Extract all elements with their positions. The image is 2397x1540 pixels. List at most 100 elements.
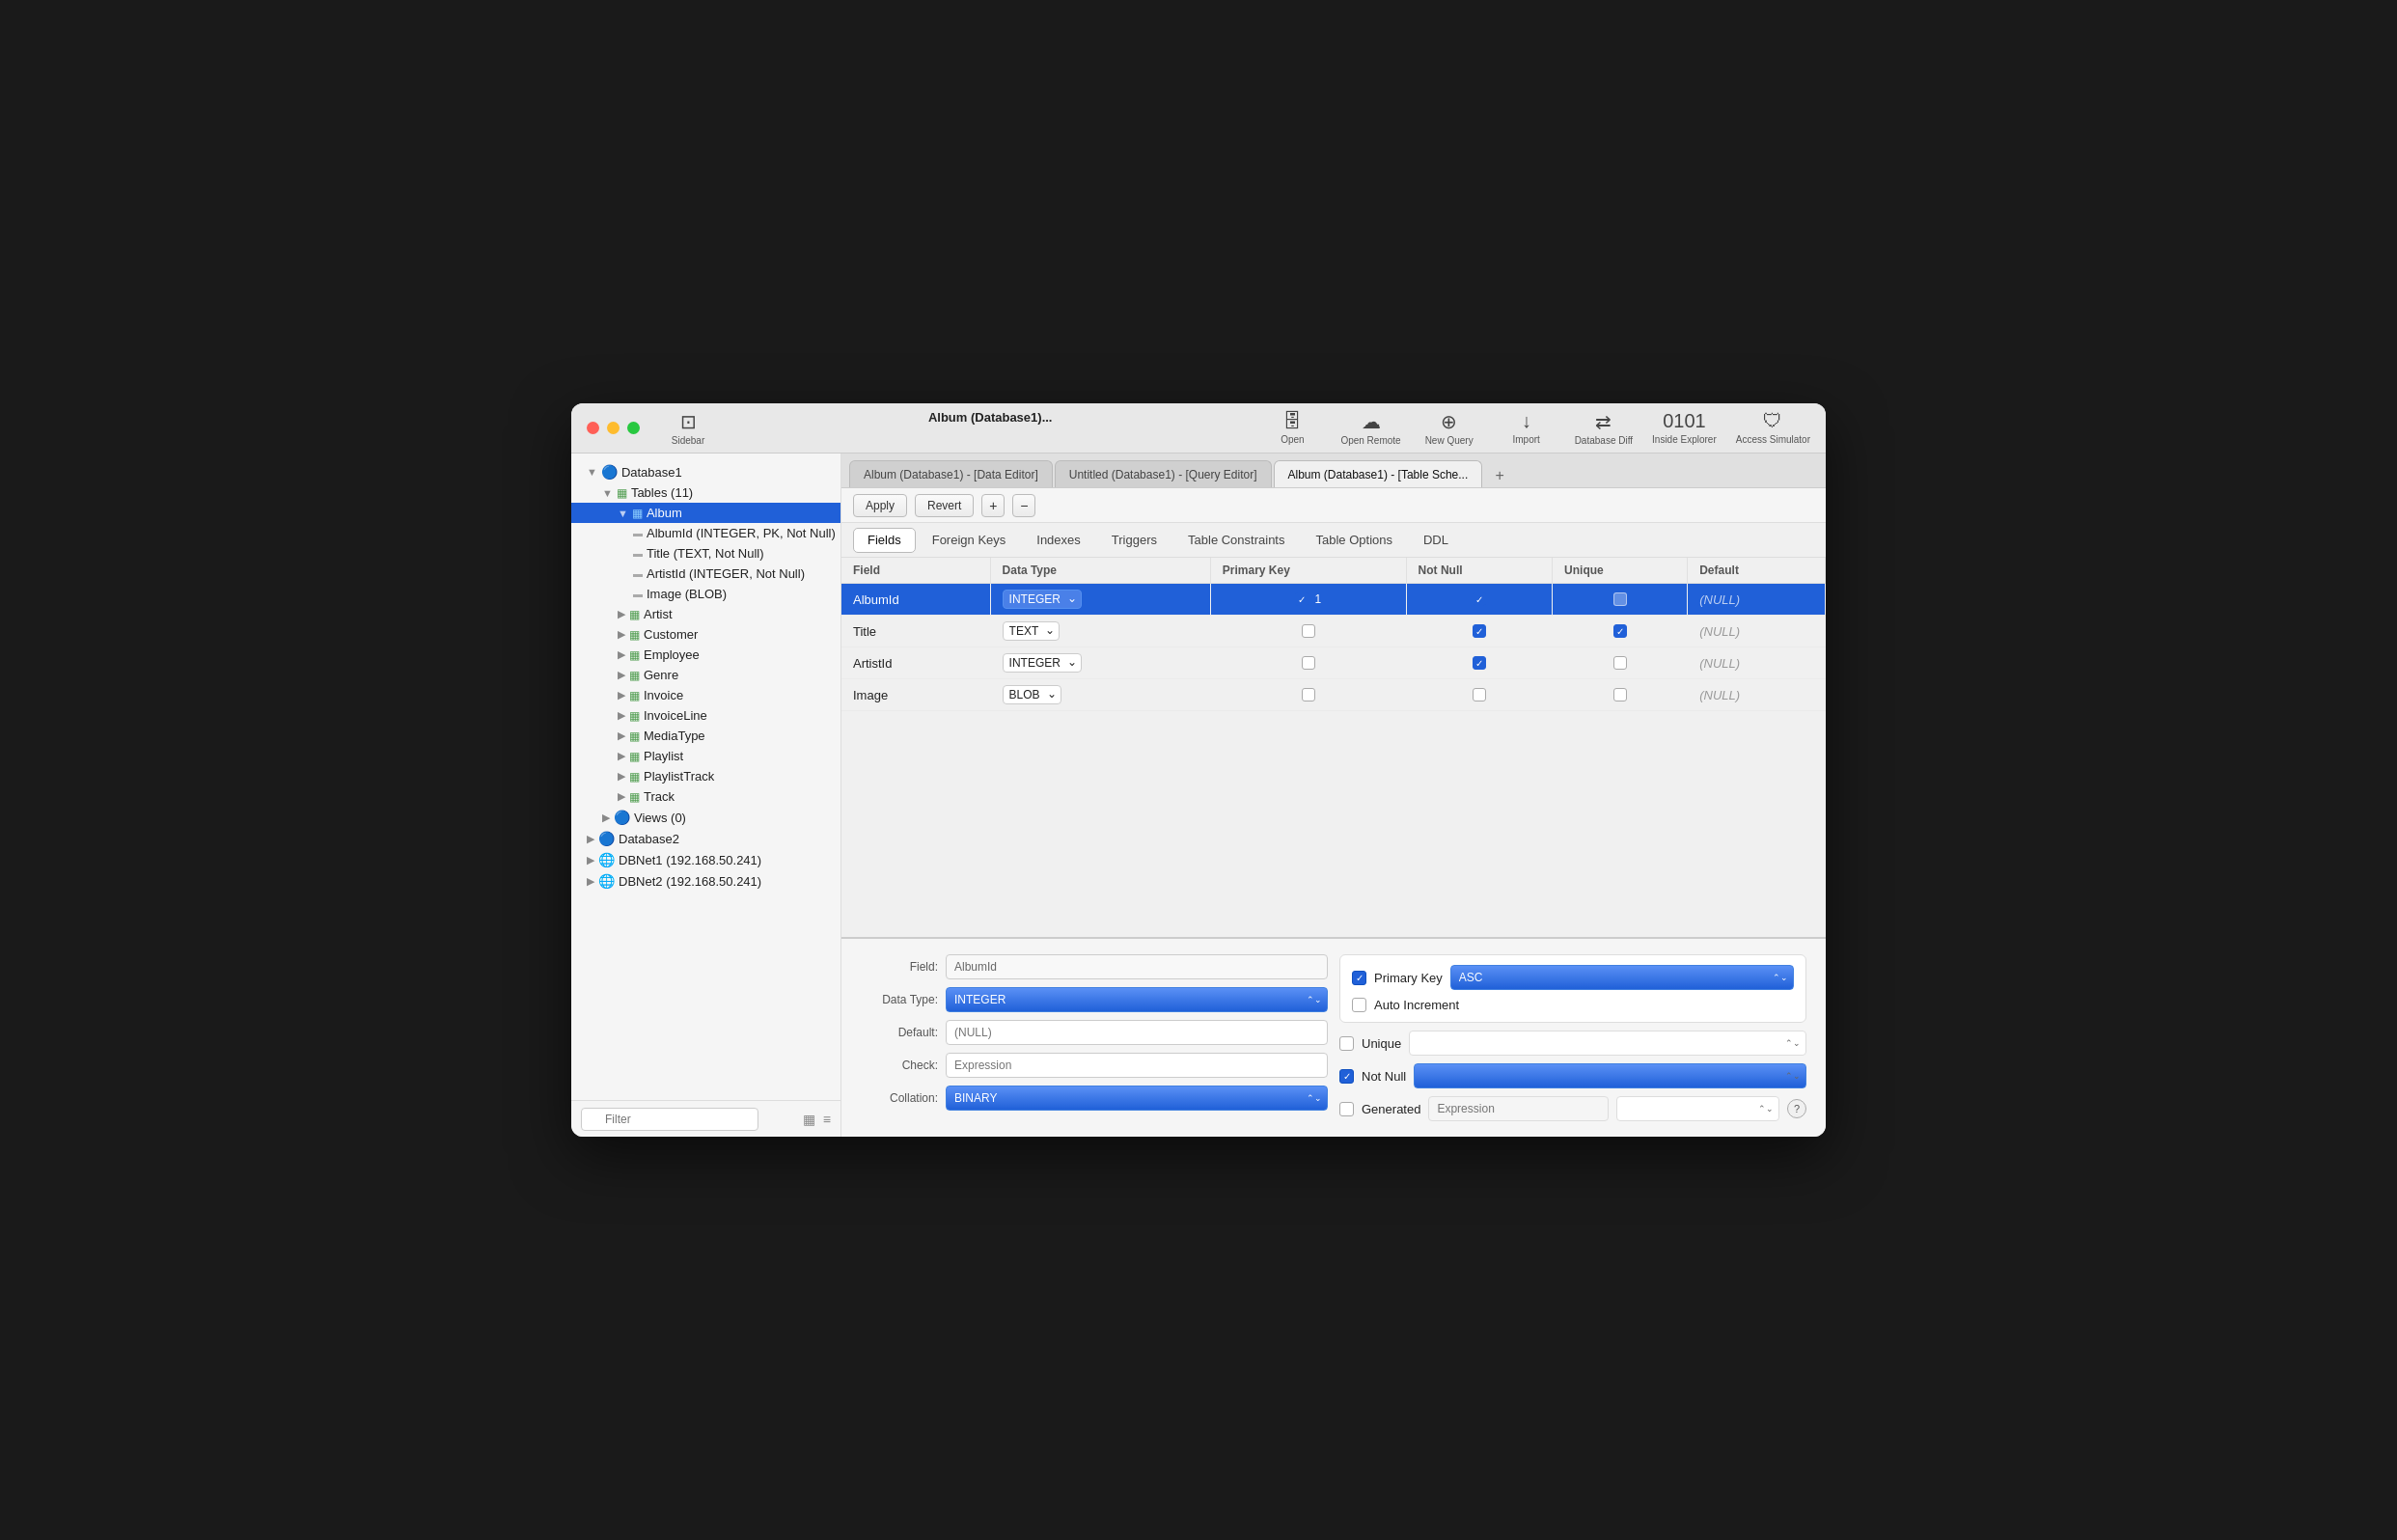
revert-button[interactable]: Revert — [915, 494, 974, 517]
sidebar-item-playlisttrack[interactable]: ▶ ▦ PlaylistTrack — [571, 766, 840, 786]
unique-cell — [1553, 584, 1688, 616]
default-input[interactable] — [946, 1020, 1328, 1045]
sidebar-item-mediatype[interactable]: ▶ ▦ MediaType — [571, 726, 840, 746]
toolbar-inside-explorer[interactable]: 0101 Inside Explorer — [1652, 410, 1717, 446]
col-header-default: Default — [1688, 558, 1826, 584]
tab-fields[interactable]: Fields — [853, 528, 916, 553]
sidebar-item-genre[interactable]: ▶ ▦ Genre — [571, 665, 840, 685]
apply-button[interactable]: Apply — [853, 494, 907, 517]
artistid-datatype-select[interactable]: INTEGER — [1003, 653, 1082, 673]
artistid-unique-checkbox[interactable] — [1613, 656, 1627, 670]
image-datatype-select[interactable]: BLOB — [1003, 685, 1061, 704]
sidebar-item-customer[interactable]: ▶ ▦ Customer — [571, 624, 840, 645]
sidebar-item-database1[interactable]: ▼ 🔵 Database1 — [571, 461, 840, 482]
toolbar-import[interactable]: ↓ Import — [1498, 410, 1556, 446]
sidebar-item-playlist[interactable]: ▶ ▦ Playlist — [571, 746, 840, 766]
table-row[interactable]: AlbumId INTEGER — [841, 584, 1826, 616]
help-button[interactable]: ? — [1787, 1099, 1806, 1118]
unique-checkbox[interactable] — [1339, 1036, 1354, 1051]
toolbar-db-diff[interactable]: ⇄ Database Diff — [1575, 410, 1633, 446]
artistid-notnull-checkbox[interactable]: ✓ — [1473, 656, 1486, 670]
remove-field-button[interactable]: − — [1012, 494, 1035, 517]
toolbar-access-simulator[interactable]: 🛡 Access Simulator — [1736, 410, 1810, 446]
chevron-right-icon: ▶ — [618, 669, 625, 681]
tab-table-options[interactable]: Table Options — [1301, 528, 1407, 553]
network-db-icon: 🌐 — [598, 852, 615, 867]
collation-form-select[interactable]: BINARY — [946, 1086, 1328, 1111]
sidebar-item-database2[interactable]: ▶ 🔵 Database2 — [571, 828, 840, 849]
sidebar-item-employee[interactable]: ▶ ▦ Employee — [571, 645, 840, 665]
sidebar-item-views[interactable]: ▶ 🔵 Views (0) — [571, 807, 840, 828]
table-row[interactable]: Title TEXT — [841, 616, 1826, 647]
pk-checkbox[interactable]: ✓ — [1352, 971, 1366, 985]
albumid-pk-checkbox[interactable]: ✓ — [1295, 592, 1309, 606]
sidebar-item-image-field[interactable]: ▬ Image (BLOB) — [571, 584, 840, 604]
sidebar-item-album[interactable]: ▼ ▦ Album — [571, 503, 840, 523]
title-pk-checkbox[interactable] — [1302, 624, 1315, 638]
toolbar-sidebar[interactable]: ⊡ Sidebar — [659, 410, 717, 446]
auto-increment-checkbox[interactable] — [1352, 998, 1366, 1012]
generated-order-select[interactable] — [1616, 1096, 1779, 1121]
tab-add-button[interactable]: + — [1488, 464, 1511, 487]
title-unique-checkbox[interactable]: ✓ — [1613, 624, 1627, 638]
toolbar-open[interactable]: 🗄 Open — [1263, 410, 1321, 446]
sidebar-item-invoice[interactable]: ▶ ▦ Invoice — [571, 685, 840, 705]
toolbar-new-query[interactable]: ⊕ New Query — [1420, 410, 1478, 446]
sidebar-item-dbnet2[interactable]: ▶ 🌐 DBNet2 (192.168.50.241) — [571, 870, 840, 892]
tab-table-schema[interactable]: Album (Database1) - [Table Sche... — [1274, 460, 1483, 487]
image-unique-checkbox[interactable] — [1613, 688, 1627, 701]
tab-data-editor[interactable]: Album (Database1) - [Data Editor] — [849, 460, 1053, 487]
sidebar-item-albumid[interactable]: ▬ AlbumId (INTEGER, PK, Not Null) — [571, 523, 840, 543]
albumid-unique-checkbox[interactable] — [1613, 592, 1627, 606]
unique-select[interactable] — [1409, 1031, 1806, 1056]
generated-input[interactable] — [1428, 1096, 1609, 1121]
tab-triggers[interactable]: Triggers — [1097, 528, 1171, 553]
tab-ddl[interactable]: DDL — [1409, 528, 1463, 553]
image-notnull-checkbox[interactable] — [1473, 688, 1486, 701]
albumid-datatype-select[interactable]: INTEGER — [1003, 590, 1082, 609]
add-field-button[interactable]: + — [981, 494, 1005, 517]
sidebar-item-artistid-field[interactable]: ▬ ArtistId (INTEGER, Not Null) — [571, 564, 840, 584]
check-row: Check: — [861, 1053, 1328, 1078]
col-header-notnull: Not Null — [1406, 558, 1552, 584]
tab-query-editor[interactable]: Untitled (Database1) - [Query Editor] — [1055, 460, 1272, 487]
generated-checkbox[interactable] — [1339, 1102, 1354, 1116]
albumid-notnull-checkbox[interactable]: ✓ — [1473, 592, 1486, 606]
tables-icon: ▦ — [617, 486, 627, 500]
sidebar-item-tables[interactable]: ▼ ▦ Tables (11) — [571, 482, 840, 503]
tab-foreign-keys[interactable]: Foreign Keys — [918, 528, 1021, 553]
notnull-cell: ✓ — [1406, 584, 1552, 616]
list-view-icon[interactable]: ≡ — [823, 1112, 831, 1127]
field-input[interactable] — [946, 954, 1328, 979]
not-null-checkbox[interactable]: ✓ — [1339, 1069, 1354, 1084]
sidebar-item-artist[interactable]: ▶ ▦ Artist — [571, 604, 840, 624]
unique-cell: ✓ — [1553, 616, 1688, 647]
sidebar-item-dbnet1[interactable]: ▶ 🌐 DBNet1 (192.168.50.241) — [571, 849, 840, 870]
filter-input[interactable] — [581, 1108, 758, 1131]
sidebar-item-invoiceline[interactable]: ▶ ▦ InvoiceLine — [571, 705, 840, 726]
table-row[interactable]: Image BLOB — [841, 679, 1826, 711]
tab-indexes[interactable]: Indexes — [1022, 528, 1095, 553]
table-icon: ▦ — [629, 770, 640, 784]
toolbar-open-remote[interactable]: ☁ Open Remote — [1340, 410, 1400, 446]
check-input[interactable] — [946, 1053, 1328, 1078]
image-pk-checkbox[interactable] — [1302, 688, 1315, 701]
datatype-form-select[interactable]: INTEGER — [946, 987, 1328, 1012]
sidebar-item-title-field[interactable]: ▬ Title (TEXT, Not Null) — [571, 543, 840, 564]
tab-table-constraints[interactable]: Table Constraints — [1173, 528, 1299, 553]
grid-view-icon[interactable]: ▦ — [803, 1112, 815, 1127]
new-query-icon: ⊕ — [1441, 410, 1457, 433]
views-icon: 🔵 — [614, 810, 630, 825]
title-datatype-select[interactable]: TEXT — [1003, 621, 1060, 641]
pk-order-select[interactable]: ASC DESC — [1450, 965, 1794, 990]
datatype-cell: INTEGER — [990, 647, 1210, 679]
artistid-pk-checkbox[interactable] — [1302, 656, 1315, 670]
title-notnull-checkbox[interactable]: ✓ — [1473, 624, 1486, 638]
table-row[interactable]: ArtistId INTEGER — [841, 647, 1826, 679]
close-button[interactable] — [587, 422, 599, 434]
not-null-select[interactable] — [1414, 1063, 1806, 1088]
sidebar-item-track[interactable]: ▶ ▦ Track — [571, 786, 840, 807]
minimize-button[interactable] — [607, 422, 620, 434]
chevron-right-icon: ▶ — [587, 854, 594, 866]
maximize-button[interactable] — [627, 422, 640, 434]
